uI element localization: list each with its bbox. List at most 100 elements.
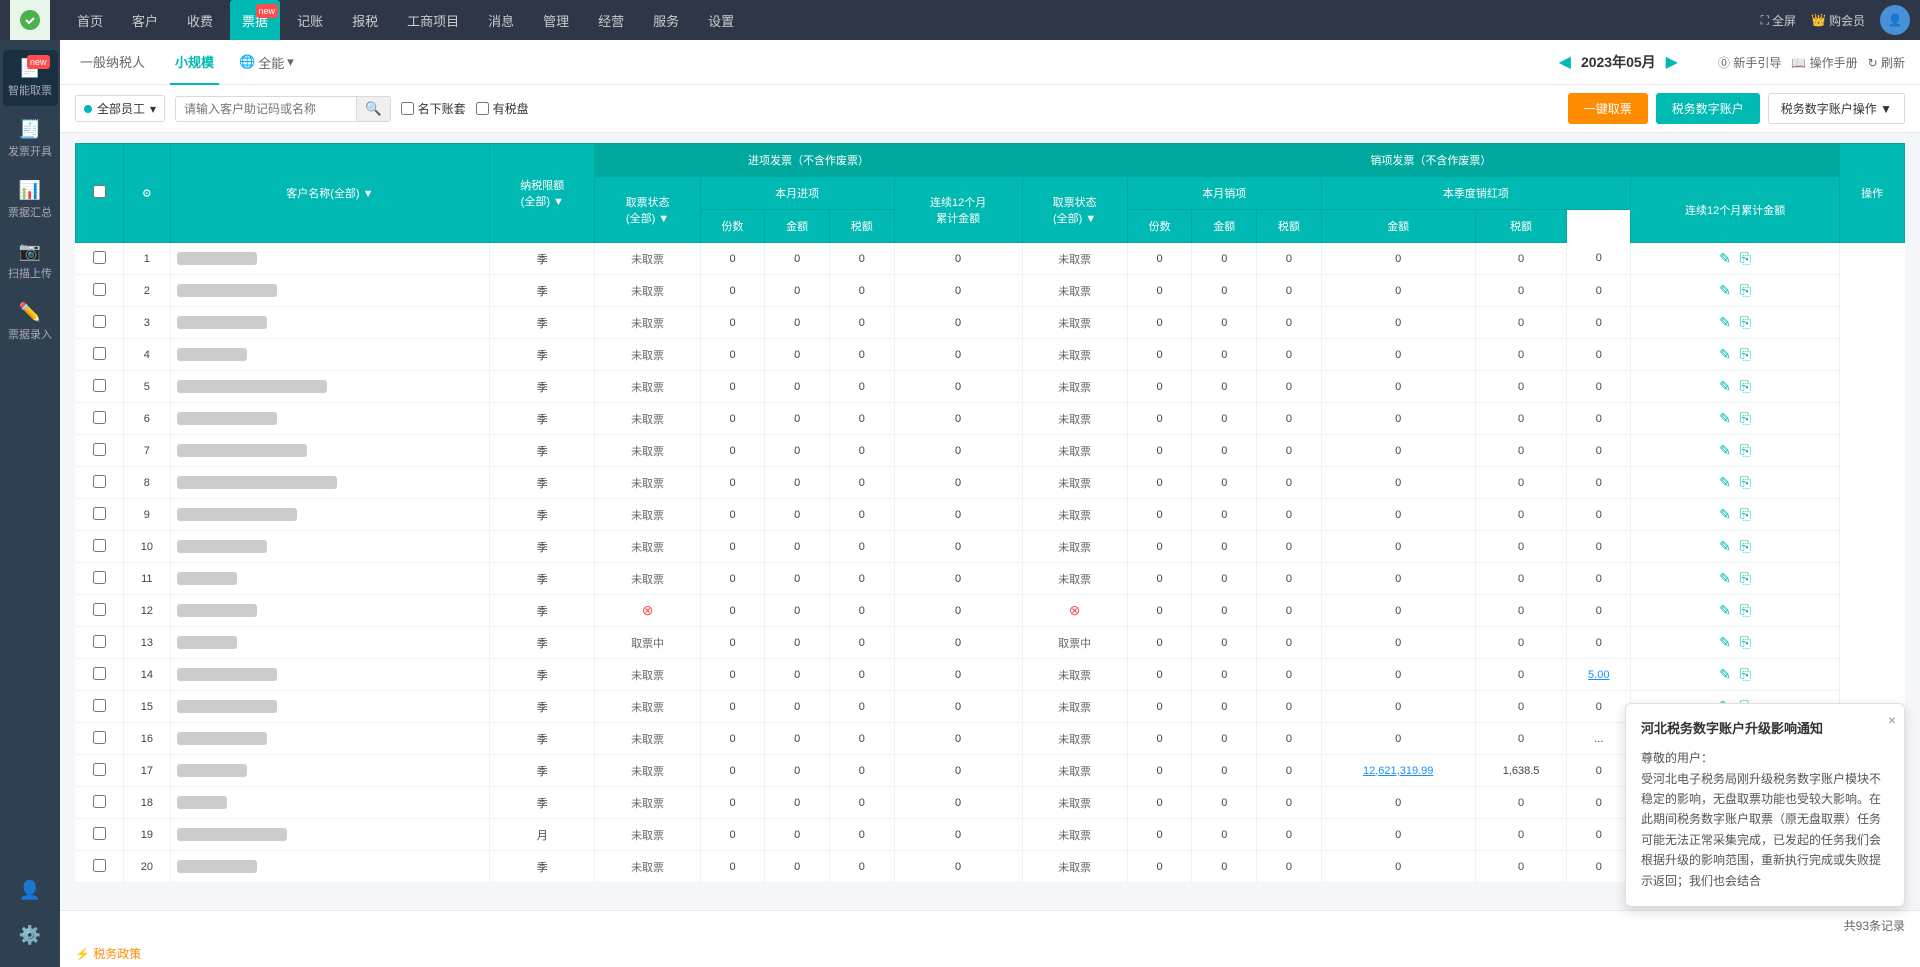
tax-policy-bar[interactable]: ⚡ 税务政策 — [60, 940, 1920, 967]
row-return-amount: 12,621,319.99 — [1321, 755, 1475, 787]
nav-setting[interactable]: 设置 — [696, 0, 746, 40]
edit-icon[interactable]: ✎ — [1719, 538, 1731, 554]
checkbox-account-input[interactable] — [401, 102, 414, 115]
member-button[interactable]: 👑 购会员 — [1811, 12, 1865, 29]
edit-icon[interactable]: ✎ — [1719, 634, 1731, 650]
next-month-button[interactable]: ▶ — [1666, 52, 1678, 72]
nav-client[interactable]: 客户 — [120, 0, 170, 40]
new-guide-button[interactable]: ⓪ 新手引导 — [1718, 54, 1781, 71]
tab-small-scale[interactable]: 小规模 — [170, 40, 219, 85]
nav-home[interactable]: 首页 — [65, 0, 115, 40]
copy-icon[interactable]: ⎘ — [1740, 538, 1751, 554]
prev-month-button[interactable]: ◀ — [1559, 52, 1571, 72]
row-amount-in: 0 — [765, 531, 830, 563]
accum-link[interactable]: 5.00 — [1588, 669, 1609, 681]
user-avatar[interactable]: 👤 — [1880, 5, 1910, 35]
sidebar-item-settings[interactable]: ⚙️ — [3, 917, 58, 957]
search-input[interactable] — [176, 98, 356, 120]
sidebar-item-scan[interactable]: 📷 扫描上传 — [3, 233, 58, 289]
checkbox-taxdisk-input[interactable] — [476, 102, 489, 115]
nav-fee[interactable]: 收费 — [175, 0, 225, 40]
copy-icon[interactable]: ⎘ — [1740, 282, 1751, 298]
tax-digital-account-button[interactable]: 税务数字账户 — [1656, 93, 1760, 124]
sidebar-item-smart-invoice[interactable]: 📄 智能取票 new — [3, 50, 58, 106]
row-checkbox[interactable] — [93, 283, 106, 296]
sidebar-item-entry[interactable]: ✏️ 票据录入 — [3, 294, 58, 350]
one-click-fetch-button[interactable]: 一键取票 — [1568, 93, 1648, 124]
refresh-button[interactable]: ↻ 刷新 — [1868, 54, 1905, 71]
copy-icon[interactable]: ⎘ — [1740, 442, 1751, 458]
edit-icon[interactable]: ✎ — [1719, 410, 1731, 426]
nav-service[interactable]: 服务 — [641, 0, 691, 40]
row-checkbox[interactable] — [93, 443, 106, 456]
row-checkbox[interactable] — [93, 539, 106, 552]
sidebar-item-user[interactable]: 👤 — [3, 872, 58, 912]
nav-bookkeeping[interactable]: 记账 — [285, 0, 335, 40]
row-checkbox[interactable] — [93, 667, 106, 680]
nav-tax[interactable]: 报税 — [340, 0, 390, 40]
edit-icon[interactable]: ✎ — [1719, 314, 1731, 330]
edit-icon[interactable]: ✎ — [1719, 570, 1731, 586]
copy-icon[interactable]: ⎘ — [1740, 346, 1751, 362]
row-checkbox[interactable] — [93, 379, 106, 392]
copy-icon[interactable]: ⎘ — [1740, 602, 1751, 618]
row-checkbox[interactable] — [93, 507, 106, 520]
row-checkbox[interactable] — [93, 795, 106, 808]
row-checkbox[interactable] — [93, 699, 106, 712]
copy-icon[interactable]: ⎘ — [1740, 314, 1751, 330]
row-checkbox[interactable] — [93, 347, 106, 360]
checkbox-account[interactable]: 名下账套 — [401, 100, 466, 117]
copy-icon[interactable]: ⎘ — [1740, 474, 1751, 490]
sidebar-item-summary[interactable]: 📊 票据汇总 — [3, 172, 58, 228]
tab-all[interactable]: 🌐 全能 ▾ — [239, 53, 294, 72]
row-checkbox[interactable] — [93, 731, 106, 744]
edit-icon[interactable]: ✎ — [1719, 506, 1731, 522]
select-all-checkbox[interactable] — [93, 185, 106, 198]
row-checkbox[interactable] — [93, 411, 106, 424]
nav-message[interactable]: 消息 — [476, 0, 526, 40]
nav-manage[interactable]: 管理 — [531, 0, 581, 40]
copy-icon[interactable]: ⎘ — [1740, 250, 1751, 266]
sidebar: 📄 智能取票 new 🧾 发票开具 📊 票据汇总 📷 扫描上传 ✏️ 票据录入 … — [0, 40, 60, 967]
row-checkbox[interactable] — [93, 603, 106, 616]
edit-icon[interactable]: ✎ — [1719, 346, 1731, 362]
row-return-amount: 0 — [1321, 659, 1475, 691]
row-checkbox[interactable] — [93, 315, 106, 328]
copy-icon[interactable]: ⎘ — [1740, 378, 1751, 394]
row-copies-out: 0 — [1127, 403, 1192, 435]
row-checkbox[interactable] — [93, 251, 106, 264]
copy-icon[interactable]: ⎘ — [1740, 506, 1751, 522]
edit-icon[interactable]: ✎ — [1719, 378, 1731, 394]
row-checkbox[interactable] — [93, 571, 106, 584]
checkbox-taxdisk[interactable]: 有税盘 — [476, 100, 529, 117]
tax-digital-account-ops-button[interactable]: 税务数字账户操作 ▼ — [1768, 93, 1905, 124]
row-checkbox[interactable] — [93, 827, 106, 840]
copy-icon[interactable]: ⎘ — [1740, 634, 1751, 650]
copy-icon[interactable]: ⎘ — [1740, 410, 1751, 426]
row-checkbox[interactable] — [93, 475, 106, 488]
status-out-text: 未取票 — [1058, 350, 1091, 362]
edit-icon[interactable]: ✎ — [1719, 442, 1731, 458]
row-checkbox[interactable] — [93, 763, 106, 776]
row-accum: 0 — [1567, 595, 1631, 627]
edit-icon[interactable]: ✎ — [1719, 602, 1731, 618]
edit-icon[interactable]: ✎ — [1719, 666, 1731, 682]
copy-icon[interactable]: ⎘ — [1740, 666, 1751, 682]
tab-general-taxpayer[interactable]: 一般纳税人 — [75, 40, 150, 85]
edit-icon[interactable]: ✎ — [1719, 250, 1731, 266]
manual-button[interactable]: 📖 操作手册 — [1791, 54, 1857, 71]
notification-close-button[interactable]: × — [1888, 712, 1896, 728]
nav-operate[interactable]: 经营 — [586, 0, 636, 40]
fullscreen-button[interactable]: ⛶ 全屏 — [1761, 12, 1796, 29]
nav-business[interactable]: 工商项目 — [395, 0, 471, 40]
nav-invoice[interactable]: 票据new — [230, 0, 280, 40]
search-button[interactable]: 🔍 — [356, 97, 390, 121]
edit-icon[interactable]: ✎ — [1719, 282, 1731, 298]
row-checkbox[interactable] — [93, 635, 106, 648]
sidebar-item-open-invoice[interactable]: 🧾 发票开具 — [3, 111, 58, 167]
edit-icon[interactable]: ✎ — [1719, 474, 1731, 490]
copy-icon[interactable]: ⎘ — [1740, 570, 1751, 586]
row-checkbox[interactable] — [93, 859, 106, 872]
employee-select[interactable]: 全部员工 ▾ — [75, 95, 165, 122]
return-amount-link[interactable]: 12,621,319.99 — [1363, 765, 1433, 777]
